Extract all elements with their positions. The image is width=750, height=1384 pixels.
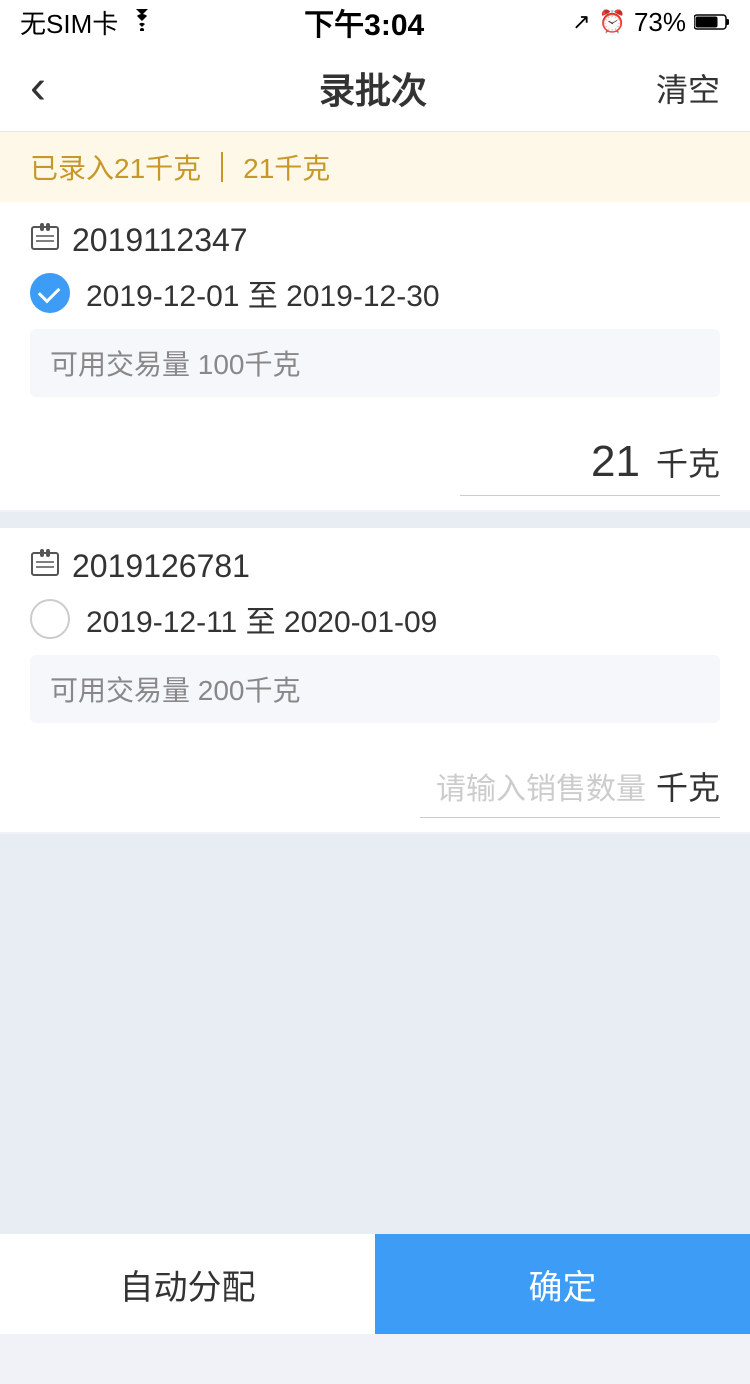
- quantity-value: 21: [591, 437, 640, 487]
- status-right: ↗ ⏰ 73%: [572, 7, 730, 38]
- batch-card-1: 2019112347 2019-12-01 至 2019-12-30 可用交易量…: [0, 202, 750, 510]
- batch-1-avail: 可用交易量 100千克: [30, 329, 720, 397]
- input-unit: 千克: [656, 763, 720, 809]
- status-left: 无SIM卡: [20, 4, 156, 41]
- nav-bar: ‹ 录批次 清空: [0, 44, 750, 132]
- time-display: 下午3:04: [304, 0, 424, 44]
- recorded-label: 已录入21千克: [30, 147, 201, 187]
- confirm-button[interactable]: 确定: [375, 1234, 750, 1334]
- batch-2-avail: 可用交易量 200千克: [30, 655, 720, 723]
- battery-text: 73%: [634, 7, 686, 38]
- auto-distribute-button[interactable]: 自动分配: [0, 1234, 375, 1334]
- batch-2-date: 2019-12-11 至 2020-01-09: [86, 597, 437, 641]
- carrier-text: 无SIM卡: [20, 4, 118, 41]
- bottom-bar: 自动分配 确定: [0, 1234, 750, 1334]
- quantity-unit: 千克: [656, 439, 720, 485]
- batch-1-radio[interactable]: [30, 273, 70, 313]
- status-bar: 无SIM卡 下午3:04 ↗ ⏰ 73%: [0, 0, 750, 44]
- input-area: 请输入销售数量 千克: [0, 753, 750, 832]
- batch-2-icon: [30, 549, 60, 585]
- batch-2-date-row: 2019-12-11 至 2020-01-09: [30, 597, 720, 641]
- batch-1-icon: [30, 223, 60, 259]
- wifi-icon: [128, 7, 156, 38]
- recorded-value: 21千克: [243, 147, 330, 187]
- battery-icon: [694, 7, 730, 38]
- batch-1-date-row: 2019-12-01 至 2019-12-30: [30, 271, 720, 315]
- batch-item-1: 2019112347 2019-12-01 至 2019-12-30 可用交易量…: [0, 202, 750, 427]
- batch-card-2: 2019126781 2019-12-11 至 2020-01-09 可用交易量…: [0, 528, 750, 832]
- quantity-area: 21 千克: [0, 427, 750, 510]
- batch-2-id: 2019126781: [72, 548, 250, 585]
- quantity-underline: [460, 495, 720, 496]
- empty-area: [0, 834, 750, 1284]
- info-banner: 已录入21千克 21千克: [0, 132, 750, 202]
- page-title: 录批次: [319, 62, 427, 114]
- batch-1-date: 2019-12-01 至 2019-12-30: [86, 271, 440, 315]
- batch-2-radio[interactable]: [30, 599, 70, 639]
- location-icon: ↗: [572, 9, 590, 35]
- back-button[interactable]: ‹: [30, 60, 90, 115]
- input-underline: [420, 817, 720, 818]
- batch-item-2: 2019126781 2019-12-11 至 2020-01-09 可用交易量…: [0, 528, 750, 753]
- input-placeholder: 请输入销售数量: [436, 764, 646, 808]
- batch-1-header: 2019112347: [30, 222, 720, 259]
- banner-divider: [221, 152, 223, 182]
- alarm-icon: ⏰: [599, 9, 626, 35]
- section-divider: [0, 512, 750, 528]
- clear-button[interactable]: 清空: [656, 65, 720, 111]
- batch-2-header: 2019126781: [30, 548, 720, 585]
- batch-1-id: 2019112347: [72, 222, 248, 259]
